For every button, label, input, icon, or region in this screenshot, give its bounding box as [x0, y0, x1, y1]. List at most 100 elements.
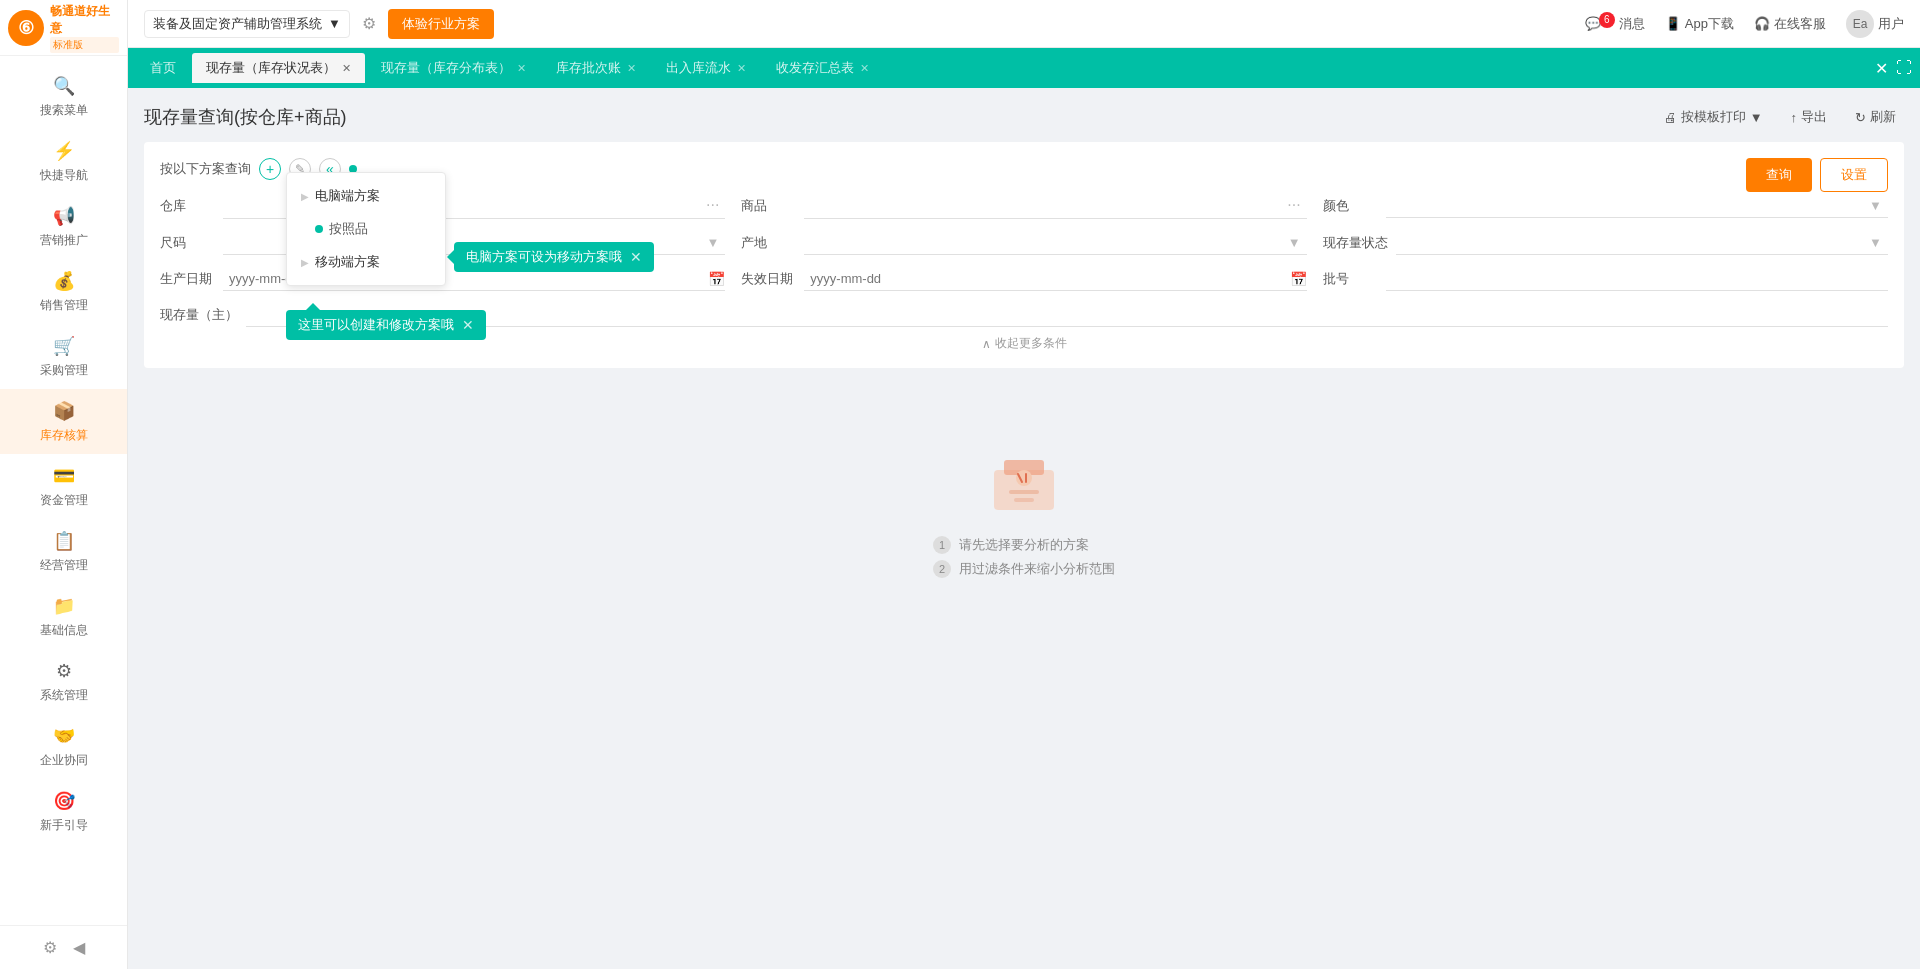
sidebar: ⑥ 畅通道好生意 标准版 🔍 搜索菜单 ⚡ 快捷导航 📢 营销推广 💰 销售管理… — [0, 0, 128, 969]
notification-btn[interactable]: 💬 6 消息 — [1585, 15, 1645, 33]
empty-steps: 1 请先选择要分析的方案 2 用过滤条件来缩小分析范围 — [933, 536, 1115, 578]
scheme-panel-mobile-group[interactable]: ▶ 移动端方案 — [287, 245, 445, 279]
filter-product-dots[interactable]: ··· — [804, 192, 1306, 219]
filter-origin-select[interactable]: ▼ — [804, 231, 1306, 255]
export-btn[interactable]: ↑ 导出 — [1783, 104, 1836, 130]
scheme-item-label: 按照品 — [329, 220, 368, 238]
collapse-btn[interactable]: ∧ 收起更多条件 — [982, 335, 1067, 352]
tab-maximize-icon[interactable]: ⛶ — [1896, 59, 1912, 77]
filter-field-product: 商品 ··· — [741, 192, 1306, 219]
phone-icon: 📱 — [1665, 16, 1681, 31]
tab-inventory-status[interactable]: 现存量（库存状况表） ✕ — [192, 53, 365, 83]
tab-inventory-dist-close-icon[interactable]: ✕ — [517, 62, 526, 75]
scheme-panel: ▶ 电脑端方案 按照品 ▶ 移动端方案 — [286, 172, 446, 286]
sidebar-item-inventory[interactable]: 📦 库存核算 — [0, 389, 127, 454]
filter-field-color: 颜色 ▼ — [1323, 194, 1888, 218]
sidebar-item-quick-nav[interactable]: ⚡ 快捷导航 — [0, 129, 127, 194]
chevron-up-icon: ∧ — [982, 337, 991, 351]
produce-date-calendar-icon[interactable]: 📅 — [708, 271, 725, 287]
expand-arrow2-icon: ▶ — [301, 257, 309, 268]
tab-home-label: 首页 — [150, 59, 176, 77]
size-select-arrow-icon: ▼ — [706, 235, 719, 250]
origin-select-arrow-icon: ▼ — [1288, 235, 1301, 250]
print-dropdown-icon: ▼ — [1750, 110, 1763, 125]
sidebar-item-basics[interactable]: 📁 基础信息 — [0, 584, 127, 649]
print-btn[interactable]: 🖨 按模板打印 ▼ — [1656, 104, 1771, 130]
scheme-panel-pc-label: 电脑端方案 — [315, 187, 380, 205]
filter-color-select[interactable]: ▼ — [1386, 194, 1888, 218]
top-header: 装备及固定资产辅助管理系统 ▼ ⚙ 体验行业方案 💬 6 消息 📱 App下载 … — [128, 0, 1920, 48]
status-select-arrow-icon: ▼ — [1869, 235, 1882, 250]
step-num-2: 2 — [933, 560, 951, 578]
step-num-1: 1 — [933, 536, 951, 554]
refresh-btn[interactable]: ↻ 刷新 — [1847, 104, 1904, 130]
tab-close-all-icon[interactable]: ✕ — [1875, 59, 1888, 78]
tab-batch-ledger-close-icon[interactable]: ✕ — [627, 62, 636, 75]
collapse-sidebar-icon[interactable]: ◀ — [73, 938, 85, 957]
page-content: 现存量查询(按仓库+商品) 🖨 按模板打印 ▼ ↑ 导出 ↻ 刷新 — [128, 88, 1920, 969]
settings-gear-icon[interactable]: ⚙ — [362, 14, 376, 33]
tab-inventory-status-close-icon[interactable]: ✕ — [342, 62, 351, 75]
filter-field-batch: 批号 — [1323, 267, 1888, 291]
sidebar-item-guide[interactable]: 🎯 新手引导 — [0, 779, 127, 844]
sidebar-item-finance[interactable]: 💳 资金管理 — [0, 454, 127, 519]
tab-receive-summary[interactable]: 收发存汇总表 ✕ — [762, 53, 883, 83]
reset-btn[interactable]: 设置 — [1820, 158, 1888, 192]
tab-inventory-dist[interactable]: 现存量（库存分布表） ✕ — [367, 53, 540, 83]
scheme-panel-pc-group[interactable]: ▶ 电脑端方案 — [287, 179, 445, 213]
tooltip-pc: 电脑方案可设为移动方案哦 ✕ — [454, 242, 654, 272]
tab-receive-summary-label: 收发存汇总表 — [776, 59, 854, 77]
filter-area: 按以下方案查询 + ✎ « ▶ 电脑端方案 按照品 ▶ 移动 — [144, 142, 1904, 368]
color-select-arrow-icon: ▼ — [1869, 198, 1882, 213]
sidebar-bottom: ⚙ ◀ — [0, 925, 127, 969]
system-selector[interactable]: 装备及固定资产辅助管理系统 ▼ — [144, 10, 350, 38]
logo-text: 畅通道好生意 标准版 — [50, 3, 119, 53]
empty-illustration — [974, 440, 1074, 520]
user-profile[interactable]: Ea 用户 — [1846, 10, 1904, 38]
empty-step-2: 2 用过滤条件来缩小分析范围 — [933, 560, 1115, 578]
sidebar-item-system[interactable]: ⚙ 系统管理 — [0, 649, 127, 714]
headset-icon: 🎧 — [1754, 16, 1770, 31]
filter-field-status: 现存量状态 ▼ — [1323, 231, 1888, 255]
query-btn[interactable]: 查询 — [1746, 158, 1812, 192]
sidebar-item-purchase[interactable]: 🛒 采购管理 — [0, 324, 127, 389]
warehouse-dots-icon: ··· — [706, 196, 719, 214]
settings-bottom-icon[interactable]: ⚙ — [43, 938, 57, 957]
logo-icon: ⑥ — [8, 10, 44, 46]
tooltip-scheme-close-icon[interactable]: ✕ — [462, 317, 474, 333]
system-icon: ⚙ — [52, 659, 76, 683]
sidebar-item-operations[interactable]: 📋 经营管理 — [0, 519, 127, 584]
filter-inventory-range[interactable]: — — [246, 303, 1888, 327]
expire-date-calendar-icon[interactable]: 📅 — [1290, 271, 1307, 287]
purchase-icon: 🛒 — [52, 334, 76, 358]
filter-field-expire-date: 失效日期 📅 — [741, 267, 1306, 291]
sidebar-item-sales[interactable]: 💰 销售管理 — [0, 259, 127, 324]
sidebar-item-marketing[interactable]: 📢 营销推广 — [0, 194, 127, 259]
filter-add-btn[interactable]: + — [259, 158, 281, 180]
search-menu-icon: 🔍 — [52, 74, 76, 98]
tooltip-pc-close-icon[interactable]: ✕ — [630, 249, 642, 265]
tab-in-out-flow-close-icon[interactable]: ✕ — [737, 62, 746, 75]
guide-icon: 🎯 — [52, 789, 76, 813]
export-icon: ↑ — [1791, 110, 1798, 125]
expire-date-field[interactable] — [804, 267, 1289, 290]
tab-in-out-flow[interactable]: 出入库流水 ✕ — [652, 53, 760, 83]
filter-expire-date-input[interactable]: 📅 — [804, 267, 1306, 291]
inventory-icon: 📦 — [52, 399, 76, 423]
scheme-panel-pc-item[interactable]: 按照品 — [287, 213, 445, 245]
operations-icon: 📋 — [52, 529, 76, 553]
sidebar-item-search-menu[interactable]: 🔍 搜索菜单 — [0, 64, 127, 129]
tab-receive-summary-close-icon[interactable]: ✕ — [860, 62, 869, 75]
industry-btn[interactable]: 体验行业方案 — [388, 9, 494, 39]
batch-input[interactable] — [1386, 267, 1888, 291]
filter-status-select[interactable]: ▼ — [1396, 231, 1888, 255]
app-download-btn[interactable]: 📱 App下载 — [1665, 15, 1734, 33]
product-dots-icon: ··· — [1287, 196, 1300, 214]
sidebar-item-enterprise[interactable]: 🤝 企业协同 — [0, 714, 127, 779]
dropdown-arrow-icon: ▼ — [328, 16, 341, 31]
tab-batch-ledger[interactable]: 库存批次账 ✕ — [542, 53, 650, 83]
tab-home[interactable]: 首页 — [136, 53, 190, 83]
tab-bar: 首页 现存量（库存状况表） ✕ 现存量（库存分布表） ✕ 库存批次账 ✕ 出入库… — [128, 48, 1920, 88]
online-service-btn[interactable]: 🎧 在线客服 — [1754, 15, 1826, 33]
expand-arrow-icon: ▶ — [301, 191, 309, 202]
